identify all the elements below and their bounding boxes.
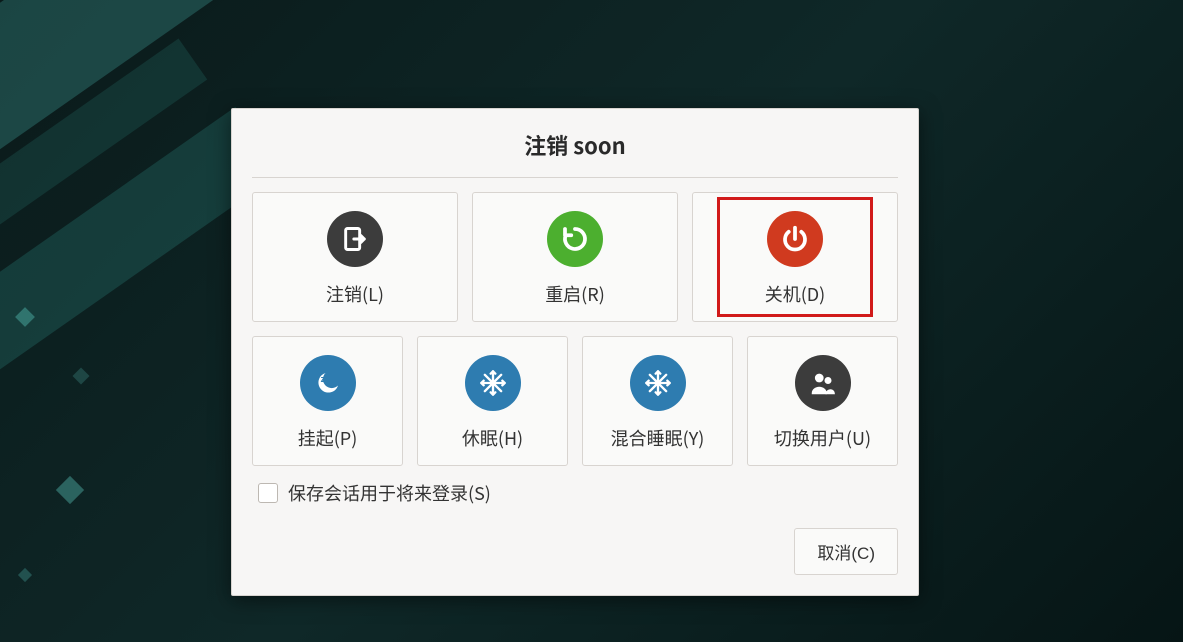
- hybrid-sleep-button[interactable]: 混合睡眠(Y): [582, 336, 733, 466]
- dialog-footer: 取消(C): [252, 528, 898, 575]
- hibernate-label: 休眠(H): [462, 425, 523, 451]
- shutdown-button[interactable]: 关机(D): [692, 192, 898, 322]
- logout-dialog: 注销 soon 注销(L) 重启(R): [231, 108, 919, 596]
- switch-user-button[interactable]: 切换用户(U): [747, 336, 898, 466]
- secondary-actions-row: z z 挂起(P) 休眠(H): [252, 336, 898, 466]
- background-particle: [56, 476, 84, 504]
- power-icon: [767, 211, 823, 267]
- primary-actions-row: 注销(L) 重启(R) 关机(D): [252, 192, 898, 322]
- cancel-button[interactable]: 取消(C): [794, 528, 898, 575]
- suspend-label: 挂起(P): [298, 425, 358, 451]
- save-session-option[interactable]: 保存会话用于将来登录(S): [252, 480, 898, 506]
- shutdown-label: 关机(D): [765, 281, 826, 307]
- save-session-label: 保存会话用于将来登录(S): [288, 480, 491, 506]
- snowflake-icon: [630, 355, 686, 411]
- logout-button[interactable]: 注销(L): [252, 192, 458, 322]
- background-particle: [18, 568, 32, 582]
- snowflake-icon: [465, 355, 521, 411]
- hibernate-button[interactable]: 休眠(H): [417, 336, 568, 466]
- moon-sleep-icon: z z: [300, 355, 356, 411]
- restart-label: 重启(R): [545, 281, 605, 307]
- svg-text:z: z: [324, 370, 328, 381]
- restart-icon: [547, 211, 603, 267]
- dialog-title: 注销 soon: [252, 129, 898, 178]
- restart-button[interactable]: 重启(R): [472, 192, 678, 322]
- users-icon: [795, 355, 851, 411]
- background-particle: [73, 368, 90, 385]
- save-session-checkbox[interactable]: [258, 483, 278, 503]
- suspend-button[interactable]: z z 挂起(P): [252, 336, 403, 466]
- logout-icon: [327, 211, 383, 267]
- switch-user-label: 切换用户(U): [774, 425, 871, 451]
- logout-label: 注销(L): [326, 281, 384, 307]
- hybrid-sleep-label: 混合睡眠(Y): [611, 425, 705, 451]
